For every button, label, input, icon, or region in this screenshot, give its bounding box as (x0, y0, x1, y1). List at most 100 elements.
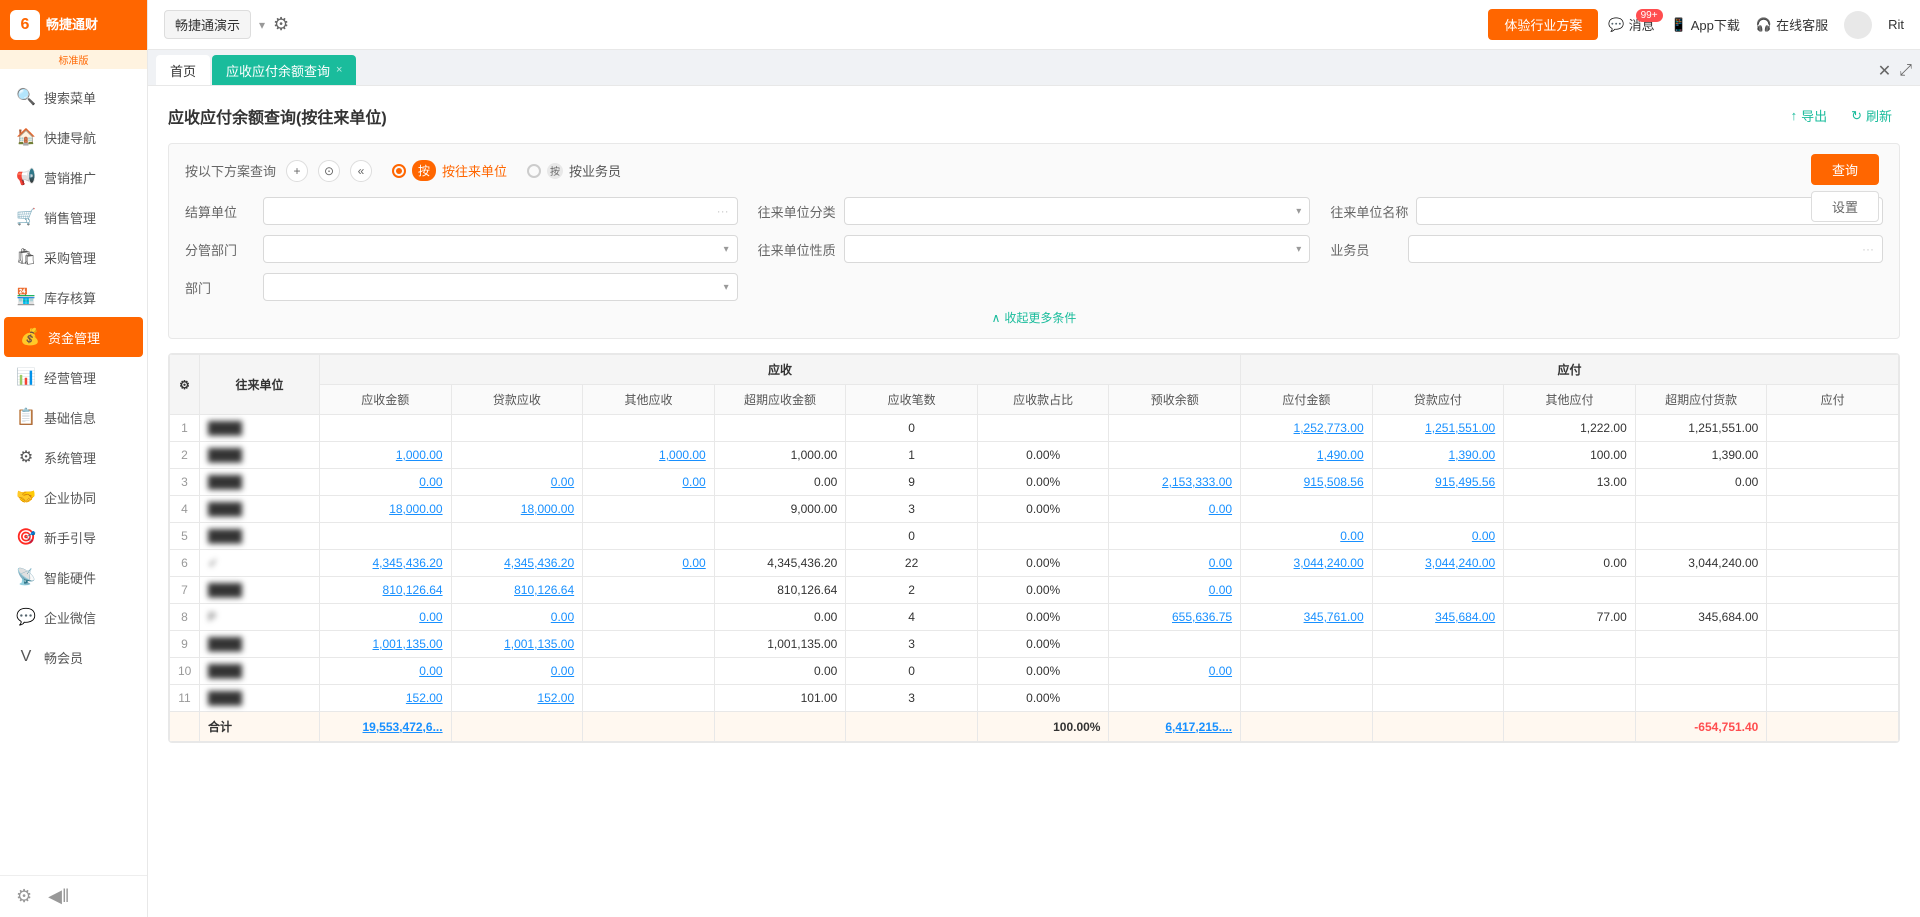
partner-category-input[interactable]: ▾ (844, 197, 1311, 225)
row-loan-ap (1372, 685, 1504, 712)
sidebar-logo: 6 畅捷通财 (0, 0, 147, 50)
sidebar-item-畅会员[interactable]: V畅会员 (0, 637, 147, 677)
collapse-icon[interactable]: ◀‖ (48, 886, 69, 907)
row-prepaid[interactable]: 0.00 (1109, 496, 1241, 523)
th-group-ap: 应付 (1241, 355, 1899, 385)
row-ar-amount[interactable]: 810,126.64 (320, 577, 452, 604)
tab-close-icon[interactable]: × (336, 64, 342, 76)
row-loan-ap[interactable]: 345,684.00 (1372, 604, 1504, 631)
row-ar-amount[interactable]: 0.00 (320, 469, 452, 496)
partner-nature-input[interactable]: ▾ (844, 235, 1311, 263)
scheme-salesperson[interactable]: 按 按业务员 (517, 156, 631, 185)
notification-btn[interactable]: 💬 消息 99+ (1608, 15, 1654, 34)
solution-btn[interactable]: 体验行业方案 (1488, 9, 1598, 40)
query-btn[interactable]: 查询 (1811, 154, 1879, 185)
sum-prepaid[interactable]: 6,417,215.... (1109, 712, 1241, 742)
collapse-scheme-btn[interactable]: « (350, 160, 372, 182)
row-prepaid[interactable]: 655,636.75 (1109, 604, 1241, 631)
online-service-btn[interactable]: 🎧 在线客服 (1756, 15, 1828, 34)
sidebar-item-销售管理[interactable]: 🛒销售管理 (0, 197, 147, 237)
table-row: 9 ████ 1,001,135.00 1,001,135.00 1,001,1… (170, 631, 1899, 658)
row-loan-ap[interactable]: 915,495.56 (1372, 469, 1504, 496)
company-chevron-icon[interactable]: ▾ (259, 18, 265, 32)
row-ar-amount[interactable]: 1,000.00 (320, 442, 452, 469)
row-loan-ap[interactable]: 0.00 (1372, 523, 1504, 550)
row-loan-ar[interactable]: 0.00 (451, 469, 583, 496)
field-salesperson: 业务员 ··· (1330, 235, 1883, 263)
row-ap-amount[interactable]: 0.00 (1241, 523, 1373, 550)
row-other-ar[interactable]: 0.00 (583, 550, 715, 577)
row-loan-ar[interactable]: 1,001,135.00 (451, 631, 583, 658)
row-prepaid (1109, 415, 1241, 442)
sidebar-item-采购管理[interactable]: 🛍采购管理 (0, 237, 147, 277)
dept-input[interactable]: ▾ (263, 273, 738, 301)
user-name[interactable]: Rit (1888, 17, 1904, 32)
sidebar-item-企业微信[interactable]: 💬企业微信 (0, 597, 147, 637)
row-loan-ap[interactable]: 1,390.00 (1372, 442, 1504, 469)
add-scheme-btn[interactable]: + (286, 160, 308, 182)
export-btn[interactable]: ↑ 导出 (1783, 102, 1836, 129)
sidebar-item-经营管理[interactable]: 📊经营管理 (0, 357, 147, 397)
sidebar-item-icon: ⚙ (16, 447, 36, 467)
row-ap-amount[interactable]: 915,508.56 (1241, 469, 1373, 496)
row-ar-amount[interactable]: 4,345,436.20 (320, 550, 452, 577)
row-overdue-ar: 101.00 (714, 685, 846, 712)
app-download-btn[interactable]: 📱 App下载 (1671, 15, 1740, 34)
sum-label: 合计 (200, 712, 320, 742)
row-other-ar[interactable]: 0.00 (583, 469, 715, 496)
row-prepaid[interactable]: 2,153,333.00 (1109, 469, 1241, 496)
window-close-icon[interactable]: ✕ (1878, 61, 1891, 81)
row-ar-amount[interactable]: 1,001,135.00 (320, 631, 452, 658)
row-loan-ap[interactable]: 1,251,551.00 (1372, 415, 1504, 442)
sidebar-item-搜索菜单[interactable]: 🔍搜索菜单 (0, 77, 147, 117)
config-scheme-btn[interactable]: ⊙ (318, 160, 340, 182)
row-loan-ar[interactable]: 18,000.00 (451, 496, 583, 523)
row-prepaid[interactable]: 0.00 (1109, 658, 1241, 685)
row-other-ar[interactable]: 1,000.00 (583, 442, 715, 469)
row-loan-ar[interactable]: 0.00 (451, 604, 583, 631)
set-btn[interactable]: 设置 (1811, 191, 1879, 222)
row-prepaid[interactable]: 0.00 (1109, 550, 1241, 577)
row-ap-amount[interactable]: 1,490.00 (1241, 442, 1373, 469)
user-avatar[interactable] (1844, 11, 1872, 39)
sidebar-item-快捷导航[interactable]: 🏠快捷导航 (0, 117, 147, 157)
collapse-btn[interactable]: ∧ 收起更多条件 (992, 309, 1077, 326)
row-prepaid[interactable]: 0.00 (1109, 577, 1241, 604)
row-ar-amount[interactable]: 0.00 (320, 658, 452, 685)
sidebar-item-新手引导[interactable]: 🎯新手引导 (0, 517, 147, 557)
row-loan-ap[interactable]: 3,044,240.00 (1372, 550, 1504, 577)
row-ap-amount[interactable]: 345,761.00 (1241, 604, 1373, 631)
topbar-gear-icon[interactable]: ⚙ (273, 14, 289, 35)
tab-ar-query[interactable]: 应收应付余额查询 × (212, 55, 356, 85)
row-ap-amount[interactable]: 1,252,773.00 (1241, 415, 1373, 442)
row-loan-ar[interactable]: 810,126.64 (451, 577, 583, 604)
sidebar-item-基础信息[interactable]: 📋基础信息 (0, 397, 147, 437)
row-ar-amount[interactable]: 0.00 (320, 604, 452, 631)
sidebar-item-营销推广[interactable]: 📢营销推广 (0, 157, 147, 197)
company-name[interactable]: 畅捷通演示 (164, 10, 251, 39)
sidebar-item-库存核算[interactable]: 🏪库存核算 (0, 277, 147, 317)
tab-home[interactable]: 首页 (156, 55, 210, 85)
row-loan-ar[interactable]: 0.00 (451, 658, 583, 685)
sidebar-item-资金管理[interactable]: 💰资金管理 (4, 317, 143, 357)
dept-managed-input[interactable]: ▾ (263, 235, 738, 263)
window-expand-icon[interactable]: ⤢ (1899, 62, 1912, 80)
sidebar-item-label: 销售管理 (44, 208, 96, 227)
row-ar-amount[interactable]: 18,000.00 (320, 496, 452, 523)
scheme-partner[interactable]: 按 按往来单位 (382, 156, 517, 185)
refresh-btn[interactable]: ↻ 刷新 (1843, 102, 1900, 129)
row-loan-ar[interactable]: 152.00 (451, 685, 583, 712)
th-gear[interactable]: ⚙ (170, 355, 200, 415)
row-loan-ar[interactable]: 4,345,436.20 (451, 550, 583, 577)
settings-icon[interactable]: ⚙ (16, 886, 32, 907)
tabs-bar: 首页 应收应付余额查询 × ✕ ⤢ (148, 50, 1920, 86)
row-ar-amount[interactable]: 152.00 (320, 685, 452, 712)
settlement-unit-input[interactable]: ··· (263, 197, 738, 225)
row-ap-amount[interactable]: 3,044,240.00 (1241, 550, 1373, 577)
sidebar-item-智能硬件[interactable]: 📡智能硬件 (0, 557, 147, 597)
sidebar-item-企业协同[interactable]: 🤝企业协同 (0, 477, 147, 517)
row-overdue-ap: 1,390.00 (1635, 442, 1767, 469)
sum-ar-total[interactable]: 19,553,472,6... (320, 712, 452, 742)
sidebar-item-系统管理[interactable]: ⚙系统管理 (0, 437, 147, 477)
salesperson-input[interactable]: ··· (1408, 235, 1883, 263)
